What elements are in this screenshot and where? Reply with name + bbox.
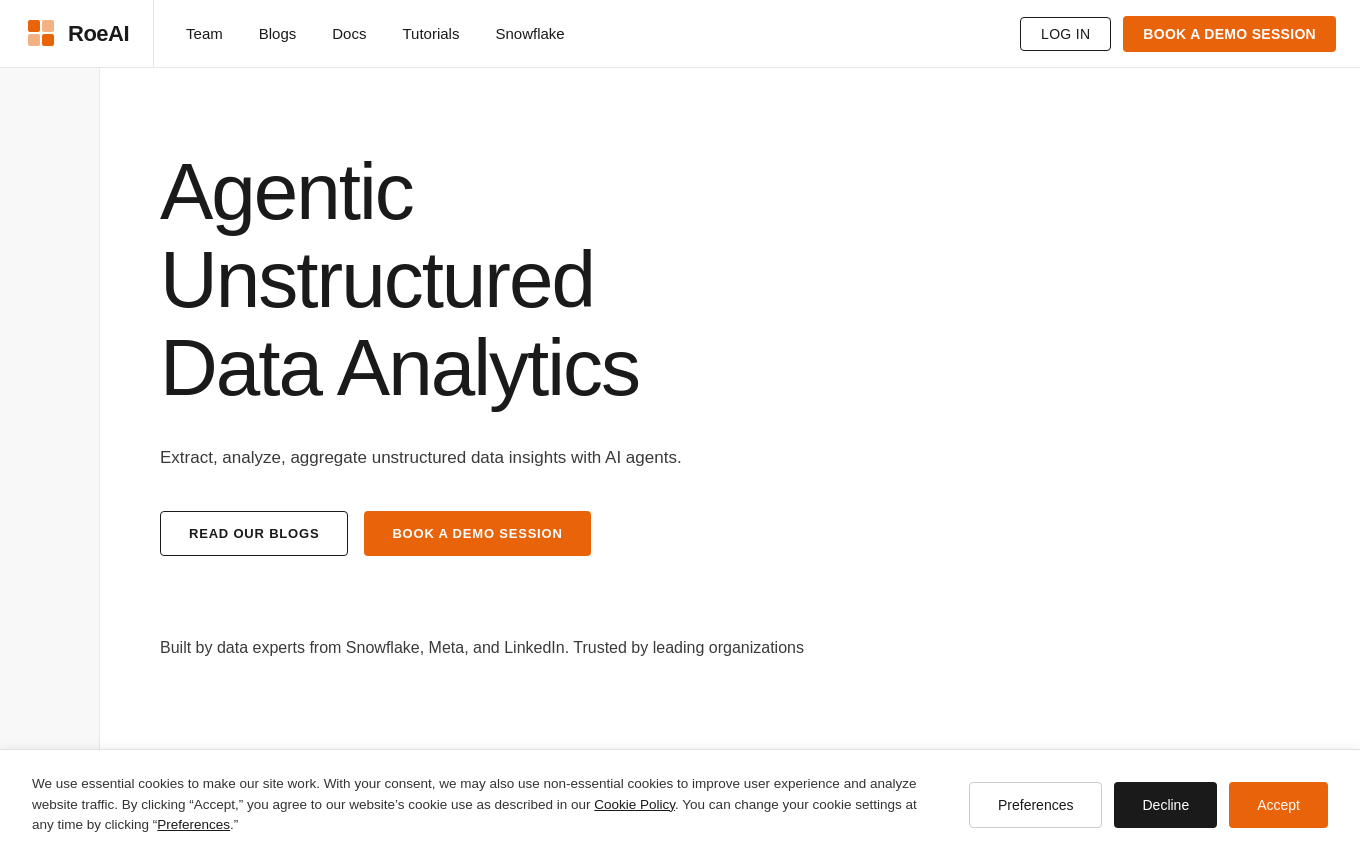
- nav-item-tutorials[interactable]: Tutorials: [402, 25, 459, 42]
- preferences-inline-link[interactable]: Preferences: [157, 817, 230, 832]
- nav-item-docs[interactable]: Docs: [332, 25, 366, 42]
- svg-rect-0: [28, 20, 40, 32]
- hero-title: Agentic Unstructured Data Analytics: [160, 148, 860, 412]
- read-blogs-button[interactable]: READ OUR BLOGS: [160, 511, 348, 556]
- hero-title-line2: Unstructured: [160, 235, 594, 324]
- decline-button[interactable]: Decline: [1114, 782, 1217, 828]
- cookie-buttons: Preferences Decline Accept: [969, 782, 1328, 828]
- nav-item-blogs[interactable]: Blogs: [259, 25, 297, 42]
- preferences-button[interactable]: Preferences: [969, 782, 1102, 828]
- header: RoeAI Team Blogs Docs Tutorials Snowflak…: [0, 0, 1360, 68]
- hero-section: Agentic Unstructured Data Analytics Extr…: [100, 68, 1360, 859]
- logo-area[interactable]: RoeAI: [0, 0, 154, 68]
- main-content: Agentic Unstructured Data Analytics Extr…: [0, 68, 1360, 859]
- nav-item-team[interactable]: Team: [186, 25, 223, 42]
- svg-rect-1: [42, 20, 54, 32]
- header-right: LOG IN BOOK A DEMO SESSION: [1020, 16, 1336, 52]
- cookie-text: We use essential cookies to make our sit…: [32, 774, 937, 835]
- logo-text: RoeAI: [68, 21, 129, 47]
- login-button[interactable]: LOG IN: [1020, 17, 1111, 51]
- accept-button[interactable]: Accept: [1229, 782, 1328, 828]
- hero-subtitle: Extract, analyze, aggregate unstructured…: [160, 444, 690, 471]
- hero-title-line3: Data Analytics: [160, 323, 639, 412]
- sidebar: [0, 68, 100, 859]
- book-demo-header-button[interactable]: BOOK A DEMO SESSION: [1123, 16, 1336, 52]
- nav-item-snowflake[interactable]: Snowflake: [495, 25, 564, 42]
- header-left: RoeAI Team Blogs Docs Tutorials Snowflak…: [0, 0, 565, 68]
- main-nav: Team Blogs Docs Tutorials Snowflake: [186, 25, 565, 42]
- roeai-logo-icon: [24, 16, 60, 52]
- trust-text: Built by data experts from Snowflake, Me…: [160, 636, 940, 660]
- svg-rect-3: [42, 34, 54, 46]
- cookie-message-end: .”: [230, 817, 238, 832]
- svg-rect-2: [28, 34, 40, 46]
- hero-buttons: READ OUR BLOGS BOOK A DEMO SESSION: [160, 511, 1300, 556]
- book-demo-main-button[interactable]: BOOK A DEMO SESSION: [364, 511, 590, 556]
- cookie-policy-link[interactable]: Cookie Policy: [594, 797, 675, 812]
- cookie-banner: We use essential cookies to make our sit…: [0, 749, 1360, 859]
- hero-title-line1: Agentic: [160, 147, 413, 236]
